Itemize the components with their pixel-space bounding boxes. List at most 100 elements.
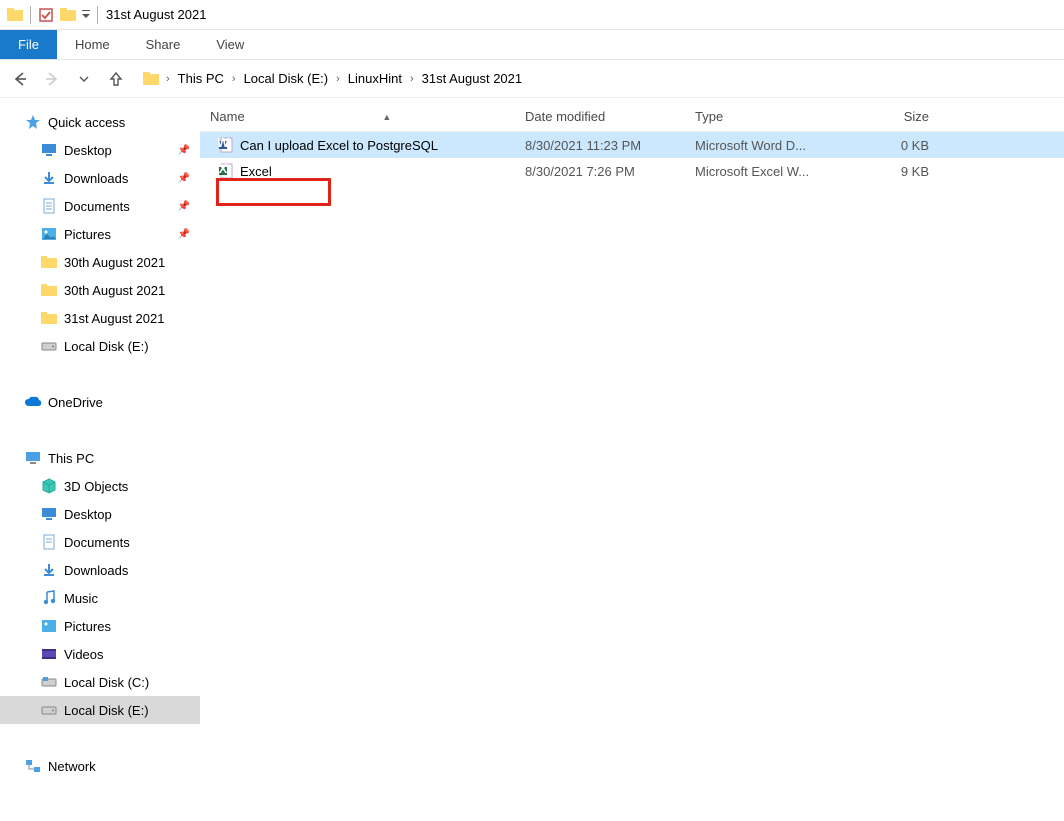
nav-label: 3D Objects <box>64 479 128 494</box>
tab-share[interactable]: Share <box>128 30 199 59</box>
nav-item-pictures[interactable]: Pictures📌 <box>0 220 200 248</box>
picture-icon <box>40 617 58 635</box>
nav-onedrive[interactable]: OneDrive <box>0 388 200 416</box>
tab-view[interactable]: View <box>198 30 262 59</box>
nav-label: 30th August 2021 <box>64 283 165 298</box>
nav-item-downloads[interactable]: Downloads📌 <box>0 164 200 192</box>
nav-label: Network <box>48 759 96 774</box>
nav-label: Local Disk (E:) <box>64 339 149 354</box>
nav-item-desktop[interactable]: Desktop <box>0 500 200 528</box>
tab-home[interactable]: Home <box>57 30 128 59</box>
video-icon <box>40 645 58 663</box>
new-folder-icon[interactable] <box>57 8 79 22</box>
file-name: Can I upload Excel to PostgreSQL <box>240 138 438 153</box>
folder-icon <box>140 72 162 86</box>
file-name: Excel <box>240 164 272 179</box>
nav-item-documents[interactable]: Documents 📌 <box>0 192 200 220</box>
svg-text:W: W <box>218 137 230 150</box>
nav-label: Music <box>64 591 98 606</box>
file-size: 0 KB <box>845 138 945 153</box>
nav-label: Downloads <box>64 563 128 578</box>
breadcrumb-folder-2[interactable]: 31st August 2021 <box>418 69 526 88</box>
file-type: Microsoft Excel W... <box>695 164 845 179</box>
download-icon <box>40 169 58 187</box>
column-type[interactable]: Type <box>695 109 845 124</box>
file-size: 9 KB <box>845 164 945 179</box>
pin-icon: 📌 <box>178 201 190 212</box>
window-title: 31st August 2021 <box>106 7 206 22</box>
desktop-icon <box>40 505 58 523</box>
excel-file-icon: X <box>216 162 234 180</box>
nav-quick-access[interactable]: Quick access <box>0 108 200 136</box>
nav-item-drive[interactable]: Local Disk (E:) <box>0 332 200 360</box>
file-row[interactable]: X Excel 8/30/2021 7:26 PM Microsoft Exce… <box>200 158 1064 184</box>
nav-item-drive-e[interactable]: Local Disk (E:) <box>0 696 200 724</box>
chevron-right-icon[interactable]: › <box>230 73 238 85</box>
nav-label: This PC <box>48 451 94 466</box>
properties-icon[interactable] <box>35 8 57 22</box>
address-bar[interactable]: › This PC › Local Disk (E:) › LinuxHint … <box>134 64 1058 94</box>
title-bar: 31st August 2021 <box>0 0 1064 30</box>
svg-text:X: X <box>218 163 227 176</box>
nav-item-downloads[interactable]: Downloads <box>0 556 200 584</box>
document-icon <box>40 197 58 215</box>
navigation-bar: › This PC › Local Disk (E:) › LinuxHint … <box>0 60 1064 98</box>
chevron-right-icon[interactable]: › <box>408 73 416 85</box>
pin-icon: 📌 <box>178 145 190 156</box>
history-dropdown-icon[interactable] <box>70 65 98 93</box>
folder-icon <box>4 8 26 22</box>
navigation-pane: Quick access Desktop📌 Downloads📌 Documen… <box>0 98 200 821</box>
folder-icon <box>40 253 58 271</box>
separator <box>97 6 98 24</box>
pc-icon <box>24 449 42 467</box>
nav-label: OneDrive <box>48 395 103 410</box>
back-button[interactable] <box>6 65 34 93</box>
document-icon <box>40 533 58 551</box>
nav-this-pc[interactable]: This PC <box>0 444 200 472</box>
qat-dropdown-icon[interactable] <box>81 10 91 20</box>
column-size[interactable]: Size <box>845 109 945 124</box>
nav-network[interactable]: Network <box>0 752 200 780</box>
column-date[interactable]: Date modified <box>525 109 695 124</box>
nav-item-folder[interactable]: 30th August 2021 <box>0 276 200 304</box>
breadcrumb-this-pc[interactable]: This PC <box>174 69 228 88</box>
nav-label: 31st August 2021 <box>64 311 164 326</box>
nav-item-folder[interactable]: 30th August 2021 <box>0 248 200 276</box>
sysdrive-icon <box>40 673 58 691</box>
nav-label: Documents <box>64 199 130 214</box>
file-type: Microsoft Word D... <box>695 138 845 153</box>
nav-item-documents[interactable]: Documents <box>0 528 200 556</box>
nav-item-3d-objects[interactable]: 3D Objects <box>0 472 200 500</box>
column-label: Size <box>904 109 929 124</box>
nav-label: Documents <box>64 535 130 550</box>
column-headers: Name ▲ Date modified Type Size <box>200 102 1064 132</box>
download-icon <box>40 561 58 579</box>
forward-button[interactable] <box>38 65 66 93</box>
chevron-right-icon[interactable]: › <box>164 73 172 85</box>
nav-item-folder[interactable]: 31st August 2021 <box>0 304 200 332</box>
nav-label: Pictures <box>64 227 111 242</box>
nav-item-videos[interactable]: Videos <box>0 640 200 668</box>
nav-item-desktop[interactable]: Desktop 📌 <box>0 136 200 164</box>
column-label: Date modified <box>525 109 605 124</box>
breadcrumb-drive[interactable]: Local Disk (E:) <box>240 69 333 88</box>
nav-label: Desktop <box>64 143 112 158</box>
nav-label: Local Disk (E:) <box>64 703 149 718</box>
nav-label: Desktop <box>64 507 112 522</box>
up-button[interactable] <box>102 65 130 93</box>
chevron-right-icon[interactable]: › <box>334 73 342 85</box>
nav-item-music[interactable]: Music <box>0 584 200 612</box>
ribbon-tabs: File Home Share View <box>0 30 1064 60</box>
desktop-icon <box>40 141 58 159</box>
breadcrumb-folder-1[interactable]: LinuxHint <box>344 69 406 88</box>
nav-item-drive-c[interactable]: Local Disk (C:) <box>0 668 200 696</box>
file-tab[interactable]: File <box>0 30 57 59</box>
nav-label: Downloads <box>64 171 128 186</box>
cloud-icon <box>24 393 42 411</box>
column-label: Type <box>695 109 723 124</box>
nav-item-pictures[interactable]: Pictures <box>0 612 200 640</box>
column-name[interactable]: Name ▲ <box>200 109 525 124</box>
spacer <box>0 360 200 388</box>
file-row[interactable]: W Can I upload Excel to PostgreSQL 8/30/… <box>200 132 1064 158</box>
file-date: 8/30/2021 7:26 PM <box>525 164 695 179</box>
